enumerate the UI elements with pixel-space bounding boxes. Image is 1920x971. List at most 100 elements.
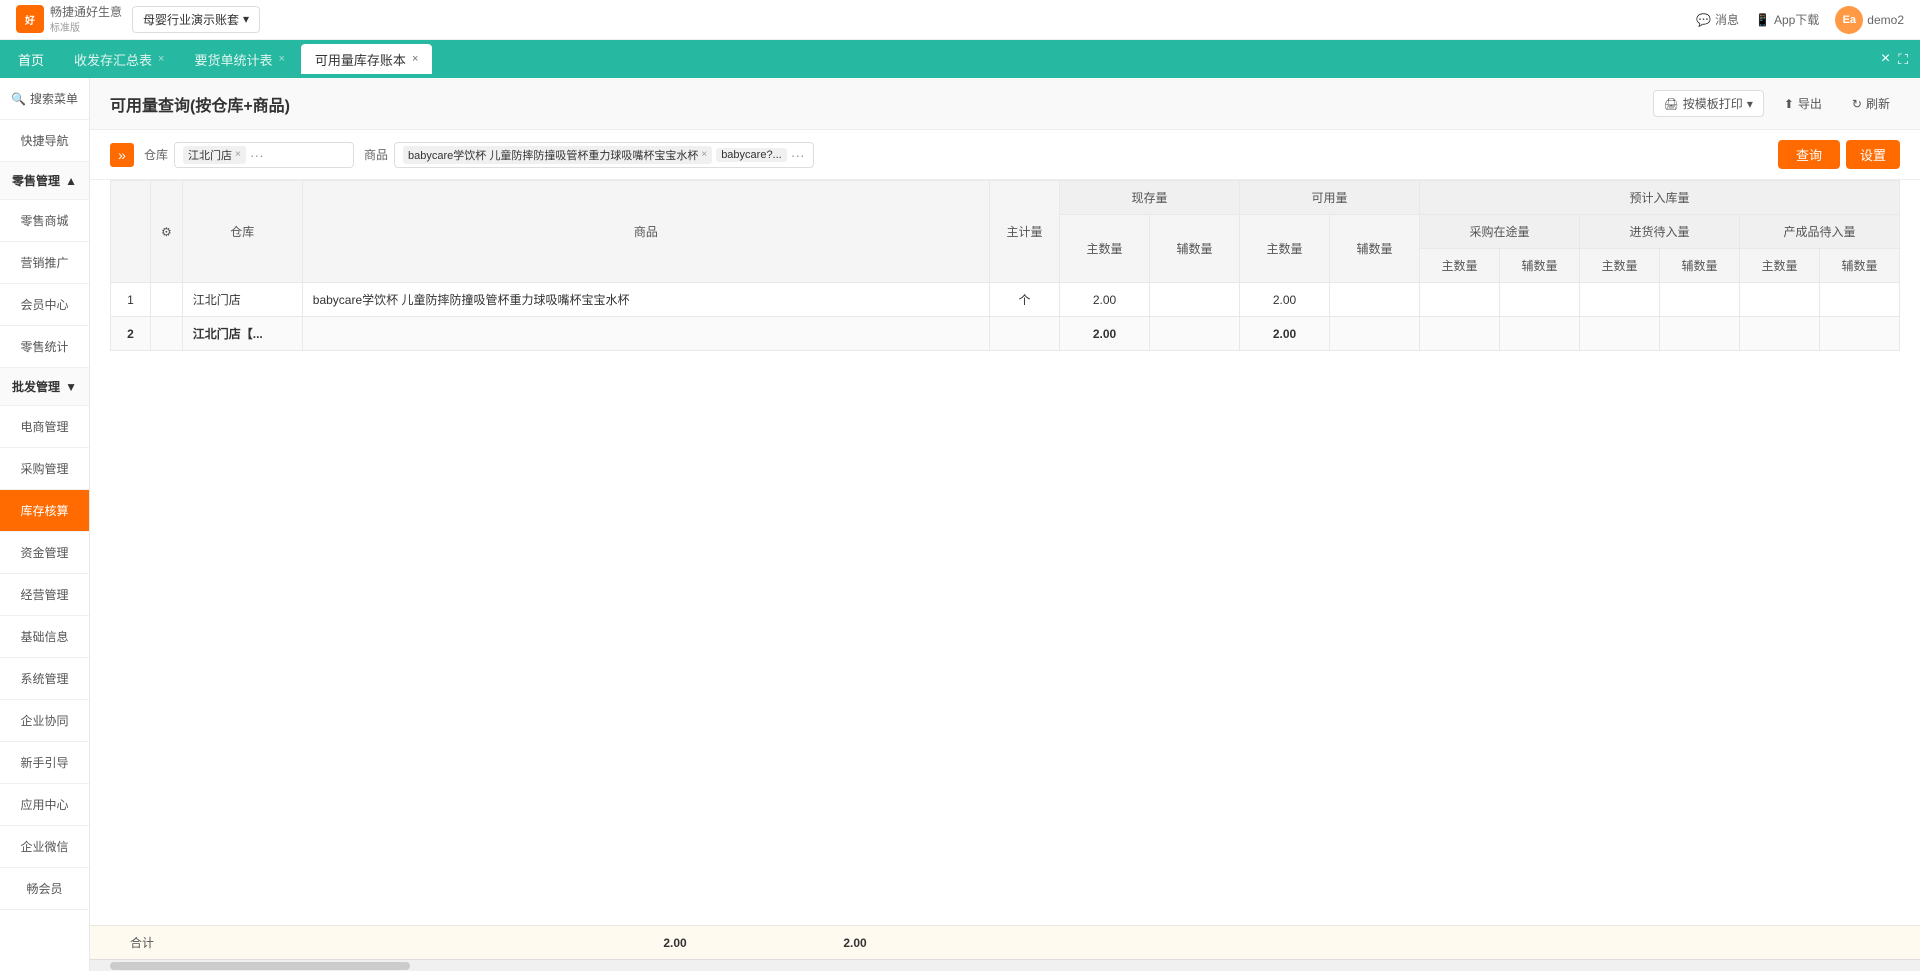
message-action[interactable]: 💬 消息 [1696, 11, 1739, 28]
inventory-table: ⚙ 仓库 商品 主计量 现存量 可用量 预计入库量 主数量 辅数量 主数量 辅数… [110, 180, 1900, 351]
print-icon: 🖨 [1664, 97, 1679, 111]
col-settings-header[interactable]: ⚙ [151, 181, 183, 283]
tab-order-stats-close[interactable]: × [278, 53, 284, 65]
sidebar-retail-mall-label: 零售商城 [20, 212, 68, 229]
sidebar-member-center-label: 会员中心 [20, 296, 68, 313]
content-area: 可用量查询(按仓库+商品) 🖨 按模板打印 ▾ ⬆ 导出 ↻ 刷新 » [90, 78, 1920, 971]
row1-settings[interactable] [151, 283, 183, 317]
footer-stock-main: 2.00 [630, 936, 720, 950]
sidebar-item-basic-info[interactable]: 基础信息 [0, 616, 89, 658]
sidebar-item-quick-nav[interactable]: 快捷导航 [0, 120, 89, 162]
warehouse-filter-label: 仓库 [144, 146, 168, 163]
refresh-button[interactable]: ↻ 刷新 [1842, 91, 1900, 116]
industry-selector[interactable]: 母婴行业演示账套 ▾ [132, 6, 260, 33]
avatar: Ea [1835, 6, 1863, 34]
chevron-down-icon: ▾ [1747, 97, 1753, 111]
logo-sub: 标准版 [50, 19, 122, 34]
row2-goods [302, 317, 989, 351]
col-stock-aux-header: 辅数量 [1150, 215, 1240, 283]
search-icon: 🔍 [11, 92, 26, 106]
sidebar-wholesale-mgmt-label: 批发管理 [12, 378, 60, 395]
export-button[interactable]: ⬆ 导出 [1774, 91, 1832, 116]
phone-icon: 📱 [1755, 13, 1770, 27]
sidebar-item-finance-mgmt[interactable]: 资金管理 [0, 532, 89, 574]
query-button[interactable]: 查询 [1778, 140, 1840, 169]
sidebar-quick-nav-label: 快捷导航 [20, 132, 68, 149]
template-print-button[interactable]: 🖨 按模板打印 ▾ [1653, 90, 1764, 117]
row2-settings[interactable] [151, 317, 183, 351]
col-product-aux-header: 辅数量 [1820, 249, 1900, 283]
sidebar-item-retail-mgmt[interactable]: 零售管理 ▲ [0, 162, 89, 200]
row2-stock-main: 2.00 [1060, 317, 1150, 351]
horizontal-scrollbar[interactable] [110, 962, 410, 970]
tab-available-inventory-close[interactable]: × [412, 53, 418, 65]
tab-income-expense[interactable]: 收发存汇总表 × [60, 44, 178, 74]
app-download-action[interactable]: 📱 App下载 [1755, 11, 1819, 28]
tab-order-stats[interactable]: 要货单统计表 × [180, 44, 298, 74]
row2-incoming-main [1580, 317, 1660, 351]
goods-tag-1-close[interactable]: × [701, 149, 707, 160]
col-purchase-main-header: 主数量 [1420, 249, 1500, 283]
sidebar-retail-stats-label: 零售统计 [20, 338, 68, 355]
row2-main-unit [990, 317, 1060, 351]
sidebar-item-member-center[interactable]: 会员中心 [0, 284, 89, 326]
tab-order-stats-label: 要货单统计表 [194, 50, 272, 69]
table-row: 1 江北门店 babycare学饮杯 儿童防摔防撞吸管杯重力球吸嘴杯宝宝水杯 个… [111, 283, 1900, 317]
sidebar-item-enterprise-wechat[interactable]: 企业微信 [0, 826, 89, 868]
row2-seq: 2 [111, 317, 151, 351]
sidebar-item-inventory-check[interactable]: 库存核算 [0, 490, 89, 532]
filter-expand-button[interactable]: » [110, 143, 134, 167]
col-product-group-header: 产成品待入量 [1740, 215, 1900, 249]
table-footer: 合计 2.00 2.00 [90, 925, 1920, 959]
settings-button[interactable]: 设置 [1846, 140, 1900, 169]
tab-expand[interactable]: ⛶ [1898, 51, 1908, 68]
row1-product-aux [1820, 283, 1900, 317]
tab-available-inventory[interactable]: 可用量库存账本 × [301, 44, 432, 74]
goods-filter-label: 商品 [364, 146, 388, 163]
sidebar-item-enterprise-collab[interactable]: 企业协同 [0, 700, 89, 742]
tab-close-all[interactable]: × [1881, 50, 1890, 68]
goods-tag-1: babycare学饮杯 儿童防摔防撞吸管杯重力球吸嘴杯宝宝水杯 × [403, 146, 712, 164]
sidebar-item-operations-mgmt[interactable]: 经营管理 [0, 574, 89, 616]
sidebar-item-app-center[interactable]: 应用中心 [0, 784, 89, 826]
col-main-unit-header: 主计量 [990, 181, 1060, 283]
sidebar-item-purchase-mgmt[interactable]: 采购管理 [0, 448, 89, 490]
sidebar-item-retail-mall[interactable]: 零售商城 [0, 200, 89, 242]
settings-icon[interactable]: ⚙ [161, 225, 172, 239]
col-warehouse-header: 仓库 [182, 181, 302, 283]
filter-goods-field: 商品 babycare学饮杯 儿童防摔防撞吸管杯重力球吸嘴杯宝宝水杯 × bab… [364, 142, 814, 168]
user-area[interactable]: Ea demo2 [1835, 6, 1904, 34]
row1-seq: 1 [111, 283, 151, 317]
sidebar-item-search-menu[interactable]: 🔍 搜索菜单 [0, 78, 89, 120]
nav-tabs: 首页 收发存汇总表 × 要货单统计表 × 可用量库存账本 × × ⛶ [0, 40, 1920, 78]
row2-available-aux [1330, 317, 1420, 351]
goods-filter-more[interactable]: ··· [791, 147, 805, 163]
logo-text: 畅捷通好生意 [50, 5, 122, 19]
tab-home[interactable]: 首页 [4, 44, 58, 74]
warehouse-filter-more[interactable]: ··· [250, 147, 264, 163]
sidebar-item-system-mgmt[interactable]: 系统管理 [0, 658, 89, 700]
sidebar-enterprise-collab-label: 企业协同 [20, 712, 68, 729]
logo-icon: 好 [16, 5, 44, 33]
sidebar-item-wholesale-mgmt[interactable]: 批发管理 ▼ [0, 368, 89, 406]
row2-available-main: 2.00 [1240, 317, 1330, 351]
sidebar-item-vip-member[interactable]: 畅会员 [0, 868, 89, 910]
col-available-group-header: 可用量 [1240, 181, 1420, 215]
goods-filter-input[interactable]: babycare学饮杯 儿童防摔防撞吸管杯重力球吸嘴杯宝宝水杯 × babyca… [394, 142, 814, 168]
warehouse-tag-close[interactable]: × [235, 149, 241, 160]
sidebar-item-marketing[interactable]: 营销推广 [0, 242, 89, 284]
industry-label: 母婴行业演示账套 [143, 11, 239, 28]
sidebar-item-retail-stats[interactable]: 零售统计 [0, 326, 89, 368]
tab-income-expense-close[interactable]: × [158, 53, 164, 65]
export-icon: ⬆ [1784, 97, 1794, 111]
user-name: demo2 [1867, 13, 1904, 27]
tab-controls: × ⛶ [1881, 50, 1916, 68]
footer-available-main: 2.00 [810, 936, 900, 950]
row1-available-main: 2.00 [1240, 283, 1330, 317]
col-incoming-main-header: 主数量 [1580, 249, 1660, 283]
warehouse-filter-input[interactable]: 江北门店 × ··· [174, 142, 354, 168]
sidebar-item-ecommerce-mgmt[interactable]: 电商管理 [0, 406, 89, 448]
sidebar-item-new-guide[interactable]: 新手引导 [0, 742, 89, 784]
col-stock-group-header: 现存量 [1060, 181, 1240, 215]
row2-product-aux [1820, 317, 1900, 351]
